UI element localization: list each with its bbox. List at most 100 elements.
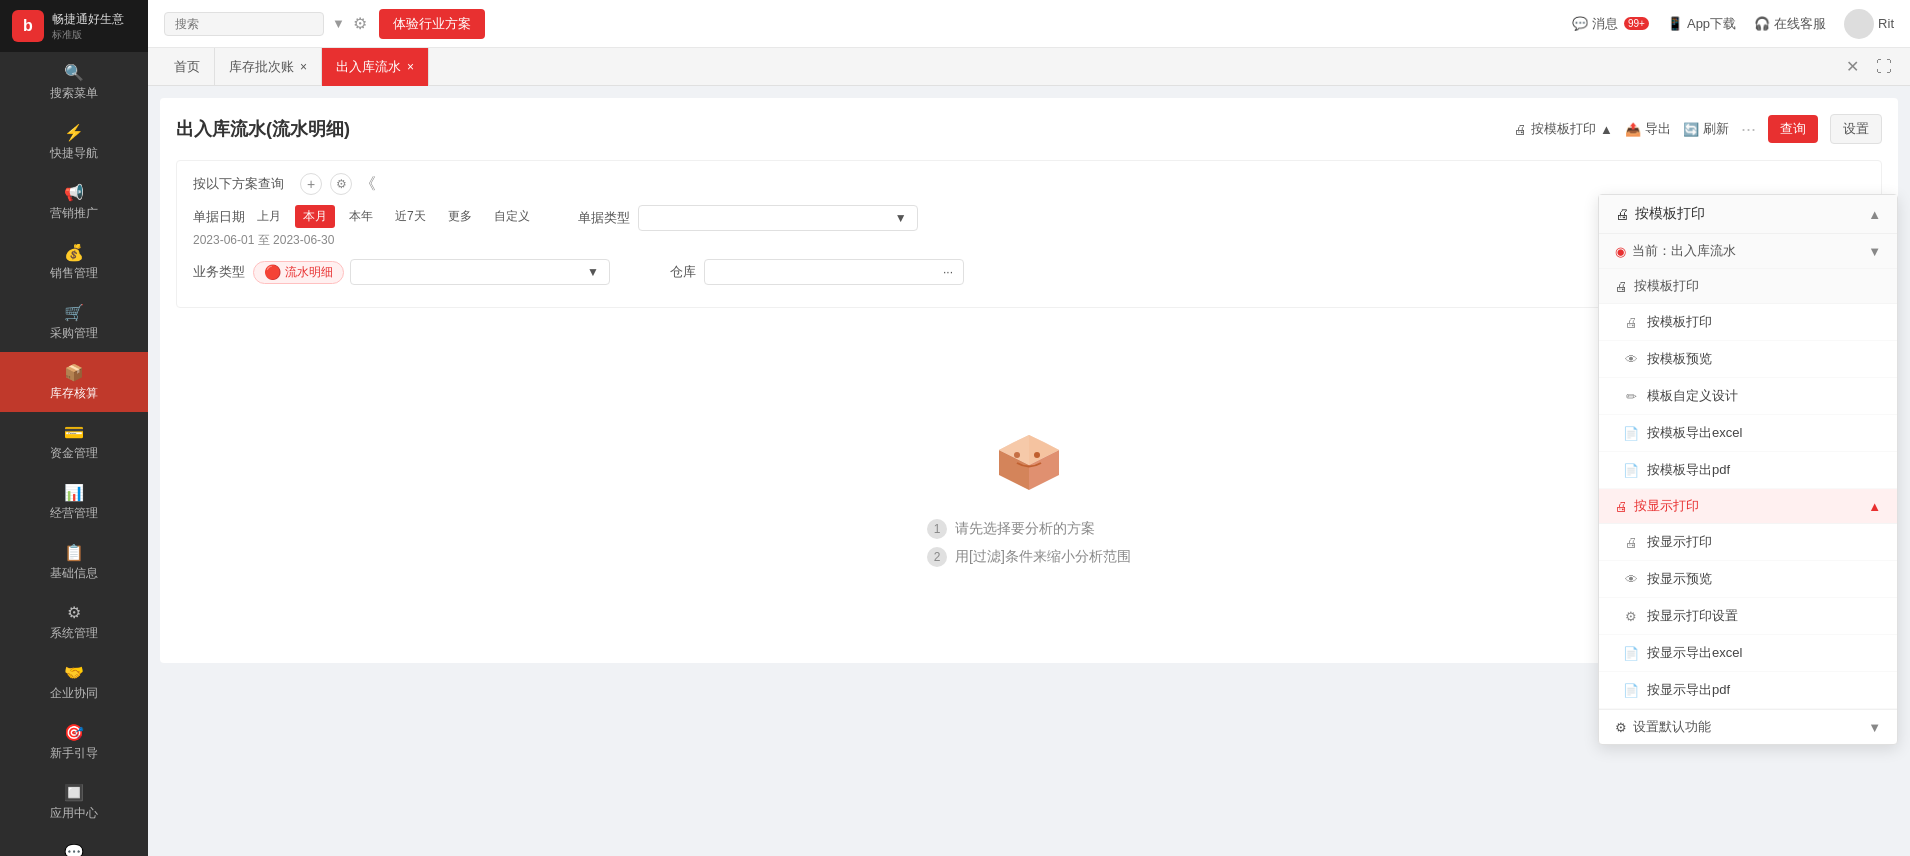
display-pdf-icon: 📄 (1623, 682, 1639, 698)
dropdown-footer[interactable]: ⚙ 设置默认功能 ▼ (1599, 709, 1897, 744)
header-dropdown-arrow[interactable]: ▼ (332, 16, 345, 31)
dropdown-close-chevron[interactable]: ▲ (1868, 207, 1881, 222)
dropdown-display-section-header[interactable]: 🖨 按显示打印 ▲ (1599, 489, 1897, 524)
tab-batch-account-close[interactable]: × (300, 60, 307, 74)
dropdown-template-section-header[interactable]: 🖨 按模板打印 (1599, 269, 1897, 304)
avatar (1844, 9, 1874, 39)
dropdown-item-template-custom[interactable]: ✏ 模板自定义设计 (1599, 378, 1897, 415)
date-btn-7days[interactable]: 近7天 (387, 205, 434, 228)
sidebar-item-wechat[interactable]: 💬 企业微信 (0, 832, 148, 856)
empty-box-svg (979, 400, 1079, 500)
sidebar-item-app-center[interactable]: 🔲 应用中心 (0, 772, 148, 832)
sidebar-item-search[interactable]: 🔍 搜索菜单 (0, 52, 148, 112)
export-icon: 📤 (1625, 122, 1641, 137)
tab-flow-close[interactable]: × (407, 60, 414, 74)
date-filter: 上月 本月 本年 近7天 更多 自定义 (249, 205, 538, 228)
date-btn-last-month[interactable]: 上月 (249, 205, 289, 228)
header-online-service[interactable]: 🎧 在线客服 (1754, 15, 1826, 33)
biz-type-filter-area: 业务类型 🔴 流水明细 ▼ (193, 259, 610, 285)
sidebar-item-marketing[interactable]: 📢 营销推广 (0, 172, 148, 232)
message-badge: 99+ (1624, 17, 1649, 30)
finance-icon: 💳 (64, 422, 84, 442)
dropdown-footer-label: ⚙ 设置默认功能 (1615, 718, 1711, 736)
print-template-btn[interactable]: 🖨 按模板打印 ▲ (1514, 120, 1613, 138)
sidebar-nav: 🔍 搜索菜单 ⚡ 快捷导航 📢 营销推广 💰 销售管理 🛒 采购管理 📦 库存核… (0, 52, 148, 856)
header-search-input[interactable] (164, 12, 324, 36)
tab-home[interactable]: 首页 (160, 48, 215, 86)
sidebar-item-purchase[interactable]: 🛒 采购管理 (0, 292, 148, 352)
sidebar-item-operation[interactable]: 📊 经营管理 (0, 472, 148, 532)
empty-step-2: 2 用[过滤]条件来缩小分析范围 (927, 547, 1131, 567)
dropdown-item-display-preview[interactable]: 👁 按显示预览 (1599, 561, 1897, 598)
sidebar-item-guide[interactable]: 🎯 新手引导 (0, 712, 148, 772)
step-1-num: 1 (927, 519, 947, 539)
wechat-icon: 💬 (64, 842, 84, 856)
tag-icon: 🔴 (264, 264, 281, 280)
refresh-btn[interactable]: 🔄 刷新 (1683, 120, 1729, 138)
filter-row-top: 按以下方案查询 + ⚙ 《 (193, 173, 1865, 195)
date-btn-this-year[interactable]: 本年 (341, 205, 381, 228)
template-print-section-icon: 🖨 (1615, 279, 1628, 294)
basic-icon: 📋 (64, 542, 84, 562)
filter-controls: + ⚙ 《 (300, 173, 376, 195)
query-btn[interactable]: 查询 (1768, 115, 1818, 143)
dropdown-item-display-export-pdf[interactable]: 📄 按显示导出pdf (1599, 672, 1897, 709)
purchase-icon: 🛒 (64, 302, 84, 322)
date-btn-more[interactable]: 更多 (440, 205, 480, 228)
filter-add-btn[interactable]: + (300, 173, 322, 195)
tab-restore-btn[interactable]: ✕ (1838, 53, 1866, 81)
sidebar-item-sales[interactable]: 💰 销售管理 (0, 232, 148, 292)
step-2-num: 2 (927, 547, 947, 567)
dropdown-item-display-print-settings[interactable]: ⚙ 按显示打印设置 (1599, 598, 1897, 635)
content: 出入库流水(流水明细) 🖨 按模板打印 ▲ 📤 导出 🔄 刷新 (148, 86, 1910, 856)
type-tag-flow[interactable]: 🔴 流水明细 (253, 261, 344, 284)
dropdown-item-template-export-excel[interactable]: 📄 按模板导出excel (1599, 415, 1897, 452)
filter-collapse-arrow[interactable]: 《 (360, 174, 376, 195)
setting-btn[interactable]: 设置 (1830, 114, 1882, 144)
header-app-download[interactable]: 📱 App下载 (1667, 15, 1736, 33)
biz-type-select[interactable]: ▼ (350, 259, 610, 285)
biz-type-label: 业务类型 (193, 263, 245, 281)
date-label: 单据日期 (193, 208, 245, 226)
date-btn-custom[interactable]: 自定义 (486, 205, 538, 228)
biz-type-arrow: ▼ (587, 265, 599, 279)
inventory-icon: 📦 (64, 362, 84, 382)
headset-icon: 🎧 (1754, 16, 1770, 31)
dropdown-item-display-print[interactable]: 🖨 按显示打印 (1599, 524, 1897, 561)
quick-nav-icon: ⚡ (64, 122, 84, 142)
empty-steps: 1 请先选择要分析的方案 2 用[过滤]条件来缩小分析范围 (927, 519, 1131, 567)
sidebar-item-inventory[interactable]: 📦 库存核算 (0, 352, 148, 412)
date-btn-this-month[interactable]: 本月 (295, 205, 335, 228)
export-btn[interactable]: 📤 导出 (1625, 120, 1671, 138)
sidebar-item-collab[interactable]: 🤝 企业协同 (0, 652, 148, 712)
sidebar-item-quick-nav[interactable]: ⚡ 快捷导航 (0, 112, 148, 172)
header-gear-icon[interactable]: ⚙ (353, 14, 367, 33)
dropdown-item-display-export-excel[interactable]: 📄 按显示导出excel (1599, 635, 1897, 672)
app-center-icon: 🔲 (64, 782, 84, 802)
footer-settings-icon: ⚙ (1615, 720, 1627, 735)
sidebar-item-basic[interactable]: 📋 基础信息 (0, 532, 148, 592)
sidebar-item-system[interactable]: ⚙ 系统管理 (0, 592, 148, 652)
header: ▼ ⚙ 体验行业方案 💬 消息 99+ 📱 App下载 🎧 在线客服 Rit (148, 0, 1910, 48)
dropdown-current-item[interactable]: ◉ 当前：出入库流水 ▼ (1599, 234, 1897, 269)
doc-type-select[interactable]: ▼ (638, 205, 918, 231)
warehouse-select[interactable]: ··· (704, 259, 964, 285)
tab-flow[interactable]: 出入库流水 × (322, 48, 429, 86)
dropdown-item-template-export-pdf[interactable]: 📄 按模板导出pdf (1599, 452, 1897, 489)
current-indicator-icon: ◉ (1615, 244, 1626, 259)
dropdown-item-template-preview[interactable]: 👁 按模板预览 (1599, 341, 1897, 378)
empty-step-1: 1 请先选择要分析的方案 (927, 519, 1131, 539)
header-user[interactable]: Rit (1844, 9, 1894, 39)
filter-setting-btn[interactable]: ⚙ (330, 173, 352, 195)
industry-btn[interactable]: 体验行业方案 (379, 9, 485, 39)
collab-icon: 🤝 (64, 662, 84, 682)
sidebar-item-finance[interactable]: 💳 资金管理 (0, 412, 148, 472)
doc-type-select-arrow: ▼ (895, 211, 907, 225)
tab-batch-account[interactable]: 库存批次账 × (215, 48, 322, 86)
tab-maximize-btn[interactable]: ⛶ (1870, 53, 1898, 81)
header-message[interactable]: 💬 消息 99+ (1572, 15, 1649, 33)
operation-icon: 📊 (64, 482, 84, 502)
more-options-btn[interactable]: ··· (1741, 119, 1756, 140)
dropdown-item-template-print[interactable]: 🖨 按模板打印 (1599, 304, 1897, 341)
page-actions: 🖨 按模板打印 ▲ 📤 导出 🔄 刷新 ··· 查询 设置 (1514, 114, 1882, 144)
